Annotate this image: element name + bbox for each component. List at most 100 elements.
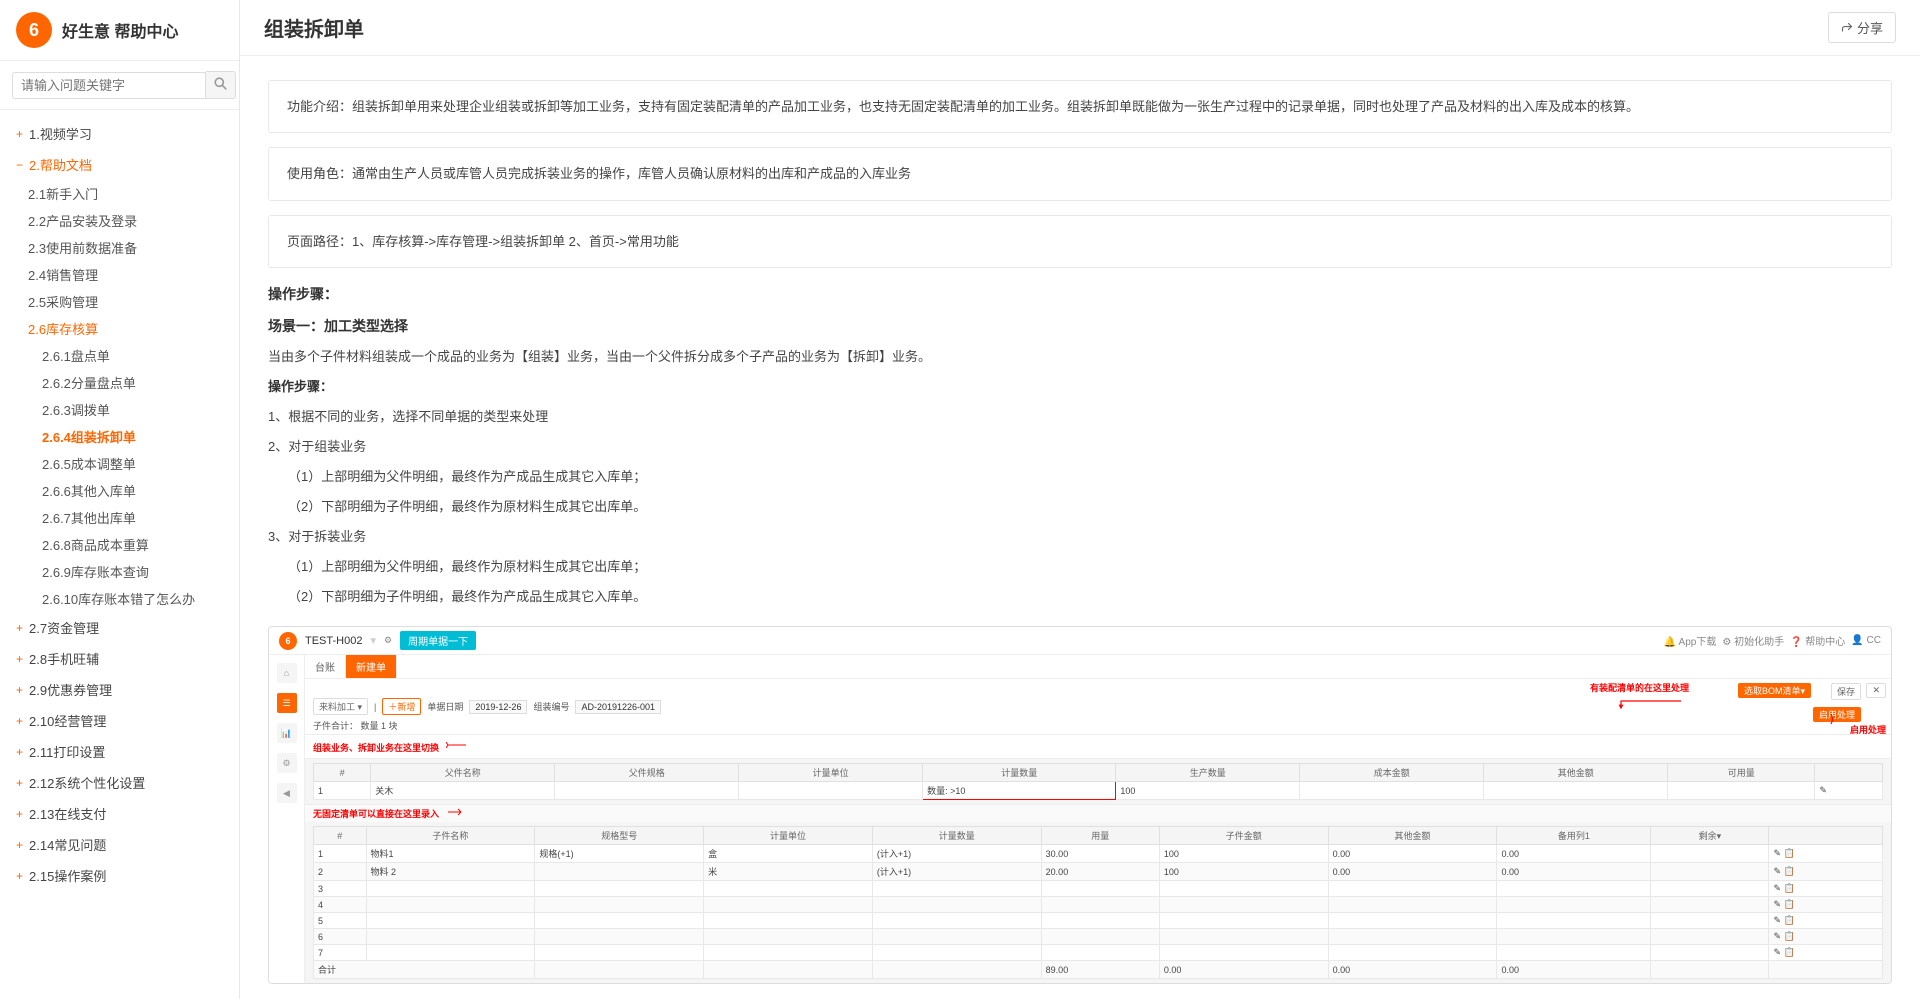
table-row: 4✎ 📋 <box>314 897 1883 913</box>
ss-tabs: 台账 新建单 <box>305 655 1891 679</box>
sidebar-item-docs[interactable]: − 2.帮助文档 <box>0 149 239 180</box>
table-row: 2 物料 2 米 (计入+1) 20.00 100 0.00 0.00 <box>314 863 1883 881</box>
ops-steps-sub-title: 操作步骤： <box>268 374 1892 400</box>
sidebar-item-sales[interactable]: 2.4销售管理 <box>0 261 239 288</box>
ss-icon-sidebar: ⌂ ☰ 📊 ⚙ ◀ <box>269 655 305 983</box>
bom-arrow <box>1611 693 1691 712</box>
ss-content: 台账 新建单 来料加工 ▾ | ＋新增 单据日期 2019-12-26 组装编号… <box>305 655 1891 983</box>
ss-app-logo: 6 <box>279 632 297 650</box>
ss-doc-date-value: 2019-12-26 <box>469 700 527 714</box>
share-button[interactable]: 分享 <box>1828 12 1896 43</box>
ss-header-row: 来料加工 ▾ | ＋新增 单据日期 2019-12-26 组装编号 AD-201… <box>305 679 1891 735</box>
ss-icon-home: ⌂ <box>277 663 297 683</box>
ss-doc-date-label: 单据日期 <box>427 700 463 713</box>
intro-block-2: 使用角色：通常由生产人员或库管人员完成拆装业务的操作，库管人员确认原材料的出库和… <box>268 147 1892 200</box>
scene1-desc: 当由多个子件材料组装成一个成品的业务为【组装】业务，当由一个父件拆分成多个子产品… <box>268 344 1892 370</box>
ss-new-btn: ＋新增 <box>382 698 421 715</box>
collapse-icon: − <box>16 158 23 172</box>
table-row: 1 关木 数量: >10 100 <box>314 782 1883 800</box>
sidebar-item-payment[interactable]: + 2.13在线支付 <box>0 798 239 829</box>
step3-text: 3、对于拆装业务 <box>268 524 1892 550</box>
expand-icon: + <box>16 127 23 141</box>
app-logo: 6 <box>16 12 52 48</box>
ss-icon-settings-small: ⚙ <box>277 753 297 773</box>
sidebar-item-ops[interactable]: + 2.10经营管理 <box>0 705 239 736</box>
ss-icons: 🔔 App下载 ⚙ 初始化助手 ❓ 帮助中心 👤 CC <box>1664 633 1881 648</box>
main-header: 组装拆卸单 分享 <box>240 0 1920 56</box>
ss-type-row: 组装业务、拆卸业务在这里切换 <box>305 735 1891 759</box>
ss-annotation-row: 无固定清单可以直接在这里录入 <box>305 804 1891 822</box>
ss-bom-btn: 选取BOM清单▾ <box>1738 683 1811 698</box>
sidebar-item-coupon[interactable]: + 2.9优惠券管理 <box>0 674 239 705</box>
sidebar-item-transfer[interactable]: 2.6.3调拨单 <box>0 396 239 423</box>
content-area: 功能介绍：组装拆卸单用来处理企业组装或拆卸等加工业务，支持有固定装配清单的产品加… <box>240 56 1920 999</box>
sidebar-item-install[interactable]: 2.2产品安装及登录 <box>0 207 239 234</box>
table-row: 3✎ 📋 <box>314 881 1883 897</box>
ss-icon-chart: 📊 <box>277 723 297 743</box>
sidebar-item-cases[interactable]: + 2.15操作案例 <box>0 860 239 891</box>
ss-topbar: 6 TEST-H002 ▾ ⚙ 周期单据一下 🔔 App下载 ⚙ 初始化助手 ❓… <box>269 627 1891 655</box>
step2-1-text: （1）上部明细为父件明细，最终作为产成品生成其它入库单； <box>288 464 1892 490</box>
step1-text: 1、根据不同的业务，选择不同单据的类型来处理 <box>268 404 1892 430</box>
annotation-insert: 无固定清单可以直接在这里录入 <box>313 809 439 819</box>
annotation-type: 组装业务、拆卸业务在这里切换 <box>313 743 439 753</box>
ss-upper-table: # 父件名称 父件规格 计量单位 计量数量 生产数量 成本金额 其他金额 可用量 <box>313 763 1883 800</box>
sidebar-item-assembly[interactable]: 2.6.4组装拆卸单 <box>0 423 239 450</box>
sidebar-item-other-out[interactable]: 2.6.7其他出库单 <box>0 504 239 531</box>
sidebar-item-stock-err[interactable]: 2.6.10库存账本错了怎么办 <box>0 585 239 612</box>
sidebar-item-settings[interactable]: + 2.12系统个性化设置 <box>0 767 239 798</box>
step3-1-text: （1）上部明细为父件明细，最终作为原材料生成其它出库单； <box>288 554 1892 580</box>
table-row: 5✎ 📋 <box>314 913 1883 929</box>
sidebar-item-videos[interactable]: + 1.视频学习 <box>0 118 239 149</box>
search-input[interactable] <box>12 72 206 99</box>
sidebar-item-cost-adjust[interactable]: 2.6.5成本调整单 <box>0 450 239 477</box>
screenshot-container: 6 TEST-H002 ▾ ⚙ 周期单据一下 🔔 App下载 ⚙ 初始化助手 ❓… <box>268 626 1892 984</box>
ss-assembly-no-value: AD-20191226-001 <box>575 700 661 714</box>
ss-tab-list: 台账 <box>305 655 346 678</box>
sidebar-nav: + 1.视频学习 − 2.帮助文档 2.1新手入门 2.2产品安装及登录 2.3… <box>0 110 239 999</box>
ss-icon-arrow: ◀ <box>277 783 297 803</box>
ss-icon-inventory: ☰ <box>277 693 297 713</box>
ops-title: 操作步骤： <box>268 284 1892 304</box>
screenshot-inner: 6 TEST-H002 ▾ ⚙ 周期单据一下 🔔 App下载 ⚙ 初始化助手 ❓… <box>269 627 1891 983</box>
type-arrow <box>446 739 476 751</box>
table-row: 1 物料1 规格(+1) 盒 (计入+1) 30.00 100 0.00 0.0 <box>314 845 1883 863</box>
ss-type-select: 来料加工 ▾ <box>313 698 368 715</box>
sidebar-item-print[interactable]: + 2.11打印设置 <box>0 736 239 767</box>
sidebar-header: 6 好生意 帮助中心 <box>0 0 239 61</box>
main-area: 组装拆卸单 分享 功能介绍：组装拆卸单用来处理企业组装或拆卸等加工业务，支持有固… <box>240 0 1920 999</box>
ss-lower-table: # 子件名称 规格型号 计量单位 计量数量 用量 子件金额 其他金额 备用列1 <box>313 826 1883 979</box>
sidebar-item-split-stock[interactable]: 2.6.2分量盘点单 <box>0 369 239 396</box>
step2-text: 2、对于组装业务 <box>268 434 1892 460</box>
page-title: 组装拆卸单 <box>264 13 364 42</box>
ss-table-footer: 合计 89.00 0.00 0.00 0.00 <box>314 961 1883 979</box>
sidebar-item-newcomer[interactable]: 2.1新手入门 <box>0 180 239 207</box>
sidebar-item-other-in[interactable]: 2.6.6其他入库单 <box>0 477 239 504</box>
sidebar-item-cost-calc[interactable]: 2.6.8商品成本重算 <box>0 531 239 558</box>
sidebar-item-inventory[interactable]: 2.6库存核算 <box>0 315 239 342</box>
intro-block-3: 页面路径：1、库存核算->库存管理->组装拆卸单 2、首页->常用功能 <box>268 215 1892 268</box>
sidebar-item-faq[interactable]: + 2.14常见问题 <box>0 829 239 860</box>
search-bar <box>0 61 239 110</box>
ss-close-btn: ✕ <box>1866 683 1886 698</box>
ss-lower-table-area: # 子件名称 规格型号 计量单位 计量数量 用量 子件金额 其他金额 备用列1 <box>305 822 1891 983</box>
sidebar-item-stock-book[interactable]: 2.6.9库存账本查询 <box>0 558 239 585</box>
ss-nav-btn: 周期单据一下 <box>400 631 476 650</box>
insert-arrow <box>446 807 466 817</box>
scene1-title: 场景一：加工类型选择 <box>268 316 1892 336</box>
sidebar-item-purchase[interactable]: 2.5采购管理 <box>0 288 239 315</box>
step3-2-text: （2）下部明细为子件明细，最终作为产成品生成其它入库单。 <box>288 584 1892 610</box>
ss-main-content: ⌂ ☰ 📊 ⚙ ◀ 台账 新建单 <box>269 655 1891 983</box>
sidebar-item-stocktake[interactable]: 2.6.1盘点单 <box>0 342 239 369</box>
table-row: 6✎ 📋 <box>314 929 1883 945</box>
table-row: 7✎ 📋 <box>314 945 1883 961</box>
sidebar-item-data-prep[interactable]: 2.3使用前数据准备 <box>0 234 239 261</box>
ss-save-btn: 保存 <box>1831 683 1861 700</box>
sidebar-item-funds[interactable]: + 2.7资金管理 <box>0 612 239 643</box>
ss-company: TEST-H002 <box>305 635 362 647</box>
process-arrow <box>1816 709 1836 729</box>
sidebar-item-mobile[interactable]: + 2.8手机旺辅 <box>0 643 239 674</box>
search-button[interactable] <box>206 71 236 99</box>
intro-block-1: 功能介绍：组装拆卸单用来处理企业组装或拆卸等加工业务，支持有固定装配清单的产品加… <box>268 80 1892 133</box>
ss-assembly-no-label: 组装编号 <box>533 700 569 713</box>
